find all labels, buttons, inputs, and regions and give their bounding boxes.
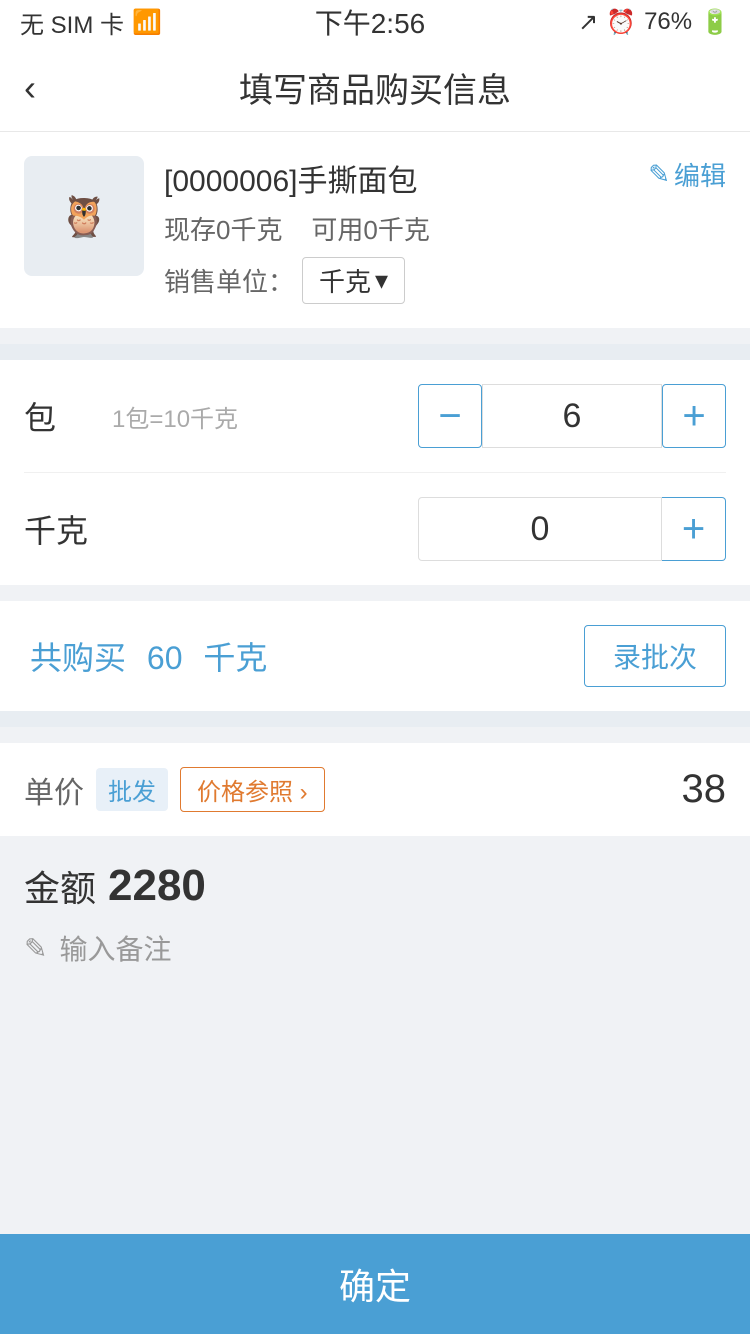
amount-row: 金额 2280 (24, 860, 726, 912)
remark-placeholder: 输入备注 (59, 928, 171, 968)
total-label: 共购买 (30, 640, 126, 676)
edit-label: 编辑 (674, 156, 726, 193)
alarm-icon: ⏰ (606, 8, 636, 37)
nav-bar: ‹ 填写商品购买信息 (0, 44, 750, 132)
battery-icon: 🔋 (700, 8, 730, 37)
kg-input-row: 千克 + (24, 473, 726, 585)
price-value: 38 (682, 767, 727, 812)
amount-section: 金额 2280 ✎ 输入备注 (0, 836, 750, 992)
remark-row[interactable]: ✎ 输入备注 (24, 928, 726, 968)
total-unit: 千克 (203, 640, 267, 676)
product-info: [0000006]手撕面包 现存0千克 可用0千克 销售单位： 千克 ▾ (164, 156, 628, 304)
divider-2 (0, 711, 750, 727)
status-right: ↗ ⏰ 76% 🔋 (578, 8, 730, 37)
price-label-group: 单价 批发 价格参照 › (24, 767, 325, 812)
price-section: 单价 批发 价格参照 › 38 (0, 743, 750, 836)
battery-level: 76% (644, 8, 692, 36)
unit-label: 销售单位： (164, 262, 294, 299)
dropdown-icon: ▾ (375, 265, 388, 296)
status-bar: 无 SIM 卡 📶 下午2:56 ↗ ⏰ 76% 🔋 (0, 0, 750, 44)
price-tag: 批发 (96, 768, 168, 811)
edit-button[interactable]: ✎ 编辑 (648, 156, 726, 193)
total-text: 共购买 60 千克 (24, 633, 273, 679)
divider-1 (0, 344, 750, 360)
unit-value: 千克 (319, 262, 371, 299)
available-value: 可用0千克 (311, 215, 429, 245)
bao-hint: 1包=10千克 (112, 399, 238, 434)
unit-select[interactable]: 千克 ▾ (302, 257, 405, 304)
location-icon: ↗ (578, 8, 598, 37)
product-name: [0000006]手撕面包 (164, 156, 628, 200)
remark-icon: ✎ (24, 932, 47, 965)
no-sim-label: 无 SIM 卡 (20, 5, 124, 40)
product-stock: 现存0千克 可用0千克 (164, 210, 628, 247)
bao-increment-button[interactable]: + (662, 384, 726, 448)
total-amount: 60 (147, 640, 183, 676)
input-section: 包 1包=10千克 − + 千克 + (0, 360, 750, 585)
product-card: 🦉 [0000006]手撕面包 现存0千克 可用0千克 销售单位： 千克 ▾ ✎… (0, 132, 750, 328)
total-row: 共购买 60 千克 录批次 (0, 601, 750, 711)
bao-input-row: 包 1包=10千克 − + (24, 360, 726, 473)
edit-icon: ✎ (648, 159, 670, 190)
back-button[interactable]: ‹ (24, 67, 36, 109)
price-row: 单价 批发 价格参照 › 38 (24, 767, 726, 812)
bao-label: 包 (24, 393, 104, 439)
bao-decrement-button[interactable]: − (418, 384, 482, 448)
status-left: 无 SIM 卡 📶 (20, 5, 162, 40)
price-ref-button[interactable]: 价格参照 › (180, 767, 325, 812)
batch-button[interactable]: 录批次 (584, 625, 726, 687)
product-thumbnail: 🦉 (24, 156, 144, 276)
kg-input[interactable] (418, 497, 662, 561)
bao-controls: − + (418, 384, 726, 448)
stock-value: 现存0千克 (164, 215, 282, 245)
bao-input[interactable] (482, 384, 662, 448)
product-unit-row: 销售单位： 千克 ▾ (164, 257, 628, 304)
amount-value: 2280 (108, 861, 206, 911)
wifi-icon: 📶 (132, 8, 162, 37)
product-logo: 🦉 (59, 193, 109, 240)
kg-controls: + (418, 497, 726, 561)
kg-label: 千克 (24, 506, 104, 552)
confirm-button[interactable]: 确定 (0, 1234, 750, 1334)
page-title: 填写商品购买信息 (239, 63, 511, 112)
price-label: 单价 (24, 768, 84, 812)
status-time: 下午2:56 (315, 2, 426, 42)
kg-increment-button[interactable]: + (662, 497, 726, 561)
amount-label: 金额 (24, 860, 96, 912)
